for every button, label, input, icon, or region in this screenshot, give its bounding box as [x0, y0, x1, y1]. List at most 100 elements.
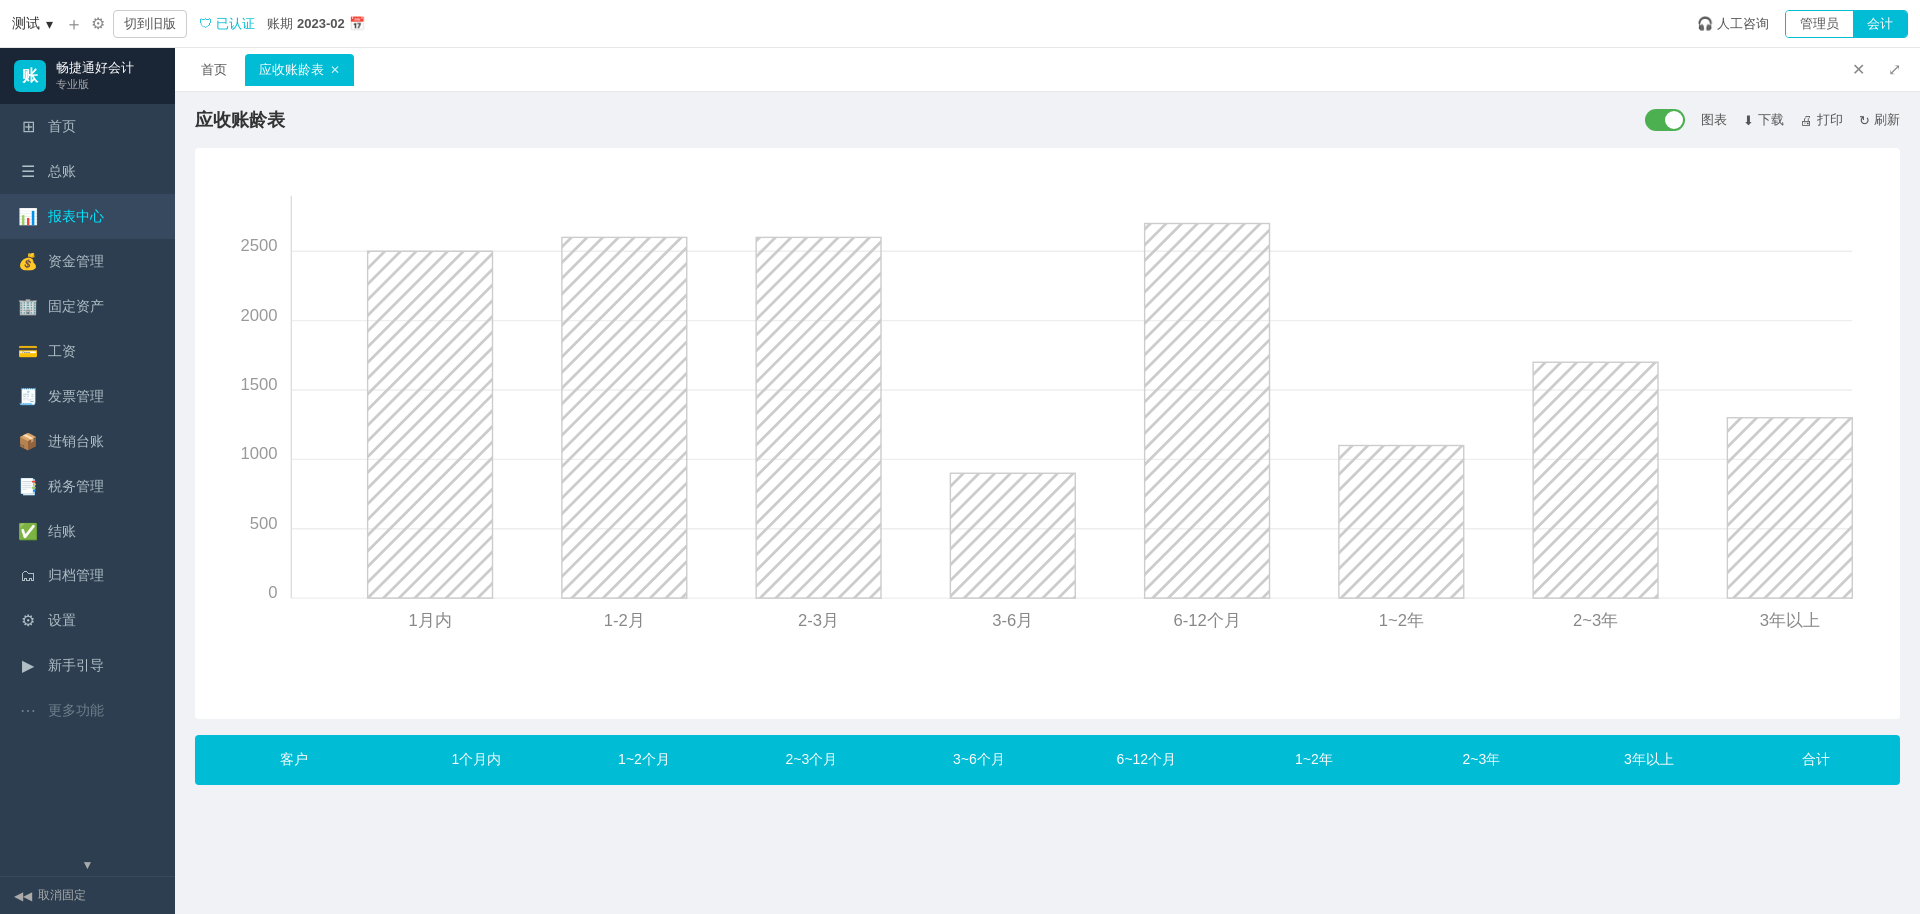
svg-text:3年以上: 3年以上 [1760, 611, 1820, 630]
tab-bar: 首页 应收账龄表 ✕ ✕ ⤢ [175, 48, 1920, 92]
home-icon: ⊞ [18, 117, 38, 136]
app-logo: 账 [14, 60, 46, 92]
chevron-down-icon: ▾ [46, 16, 53, 32]
expand-button[interactable]: ⤢ [1880, 56, 1908, 84]
sidebar-item-extra[interactable]: ⋯ 更多功能 [0, 688, 175, 733]
sidebar-logo: 账 畅捷通好会计 专业版 [0, 48, 175, 104]
chart-toggle-label: 图表 [1701, 111, 1727, 129]
report-icon: 📊 [18, 207, 38, 226]
sidebar-item-asset[interactable]: 🏢 固定资产 [0, 284, 175, 329]
sidebar: 账 畅捷通好会计 专业版 ⊞ 首页 ☰ 总账 📊 报表中心 💰 资金管理 [0, 48, 175, 914]
svg-text:1月内: 1月内 [408, 611, 451, 630]
guide-icon: ▶ [18, 656, 38, 675]
settings-icon[interactable]: ⚙ [91, 14, 105, 33]
sidebar-item-settings[interactable]: ⚙ 设置 [0, 598, 175, 643]
sidebar-item-trade[interactable]: 📦 进销台账 [0, 419, 175, 464]
sidebar-label-settle: 结账 [48, 523, 76, 541]
tab-close-icon[interactable]: ✕ [330, 63, 340, 77]
sidebar-item-guide[interactable]: ▶ 新手引导 [0, 643, 175, 688]
th-2-3y: 2~3年 [1398, 735, 1565, 785]
page-header-actions: 图表 ⬇ 下载 🖨 打印 ↻ 刷新 [1645, 109, 1900, 131]
svg-rect-18 [756, 237, 881, 598]
sidebar-item-ledger[interactable]: ☰ 总账 [0, 149, 175, 194]
period-info: 账期 2023-02 📅 [267, 15, 365, 33]
svg-text:3-6月: 3-6月 [992, 611, 1033, 630]
svg-rect-20 [950, 473, 1075, 598]
th-1-2y: 1~2年 [1230, 735, 1397, 785]
print-button[interactable]: 🖨 打印 [1800, 111, 1843, 129]
svg-rect-14 [368, 251, 493, 598]
sidebar-label-invoice: 发票管理 [48, 388, 104, 406]
svg-text:2500: 2500 [240, 236, 277, 255]
content-area: 首页 应收账龄表 ✕ ✕ ⤢ 应收账龄表 图表 ⬇ 下载 [175, 48, 1920, 914]
header-right: 🎧 人工咨询 管理员 会计 [1697, 10, 1908, 38]
ledger-icon: ☰ [18, 162, 38, 181]
settle-icon: ✅ [18, 522, 38, 541]
svg-text:2-3月: 2-3月 [798, 611, 839, 630]
tax-icon: 📑 [18, 477, 38, 496]
chart-container: 0 500 1000 1500 2000 2500 [195, 148, 1900, 719]
refresh-button[interactable]: ↻ 刷新 [1859, 111, 1900, 129]
tab-home-label: 首页 [201, 61, 227, 79]
tab-home[interactable]: 首页 [187, 54, 241, 86]
shield-icon: 🛡 [199, 16, 212, 31]
sidebar-item-archive[interactable]: 🗂 归档管理 [0, 554, 175, 598]
manager-tab[interactable]: 管理员 [1786, 11, 1853, 37]
th-1-2m: 1~2个月 [560, 735, 727, 785]
print-icon: 🖨 [1800, 113, 1813, 128]
sidebar-label-home: 首页 [48, 118, 76, 136]
project-name: 测试 [12, 15, 40, 33]
sidebar-label-settings: 设置 [48, 612, 76, 630]
asset-icon: 🏢 [18, 297, 38, 316]
sidebar-item-tax[interactable]: 📑 税务管理 [0, 464, 175, 509]
add-icon[interactable]: ＋ [65, 12, 83, 36]
sidebar-label-fund: 资金管理 [48, 253, 104, 271]
unpin-label: 取消固定 [38, 887, 86, 904]
sidebar-item-report[interactable]: 📊 报表中心 [0, 194, 175, 239]
sidebar-item-invoice[interactable]: 🧾 发票管理 [0, 374, 175, 419]
svg-rect-22 [1145, 224, 1270, 599]
close-window-button[interactable]: ✕ [1844, 56, 1872, 84]
accountant-tab[interactable]: 会计 [1853, 11, 1907, 37]
refresh-icon: ↻ [1859, 113, 1870, 128]
page-header: 应收账龄表 图表 ⬇ 下载 🖨 打印 ↻ 刷新 [195, 108, 1900, 132]
svg-text:1~2年: 1~2年 [1379, 611, 1424, 630]
download-button[interactable]: ⬇ 下载 [1743, 111, 1784, 129]
svg-text:2000: 2000 [240, 306, 277, 325]
svg-rect-28 [1727, 418, 1852, 598]
sidebar-label-tax: 税务管理 [48, 478, 104, 496]
chart-toggle[interactable] [1645, 109, 1685, 131]
svg-text:1000: 1000 [240, 444, 277, 463]
svg-text:6-12个月: 6-12个月 [1173, 611, 1240, 630]
sidebar-label-wage: 工资 [48, 343, 76, 361]
scroll-down-arrow[interactable]: ▼ [82, 858, 94, 872]
page-title: 应收账龄表 [195, 108, 285, 132]
sidebar-item-home[interactable]: ⊞ 首页 [0, 104, 175, 149]
sidebar-label-archive: 归档管理 [48, 567, 104, 585]
consult-button[interactable]: 🎧 人工咨询 [1697, 15, 1769, 33]
extra-icon: ⋯ [18, 701, 38, 720]
settings-icon: ⚙ [18, 611, 38, 630]
certified-badge: 🛡 已认证 [199, 15, 255, 33]
tab-ar-aging[interactable]: 应收账龄表 ✕ [245, 54, 354, 86]
unpin-button[interactable]: ◀◀ 取消固定 [0, 876, 175, 914]
th-1m: 1个月内 [393, 735, 560, 785]
sidebar-item-fund[interactable]: 💰 资金管理 [0, 239, 175, 284]
sidebar-item-settle[interactable]: ✅ 结账 [0, 509, 175, 554]
th-2-3m: 2~3个月 [728, 735, 895, 785]
old-version-button[interactable]: 切到旧版 [113, 10, 187, 38]
project-selector[interactable]: 测试 ▾ [12, 15, 53, 33]
archive-icon: 🗂 [18, 567, 38, 585]
bar-chart: 0 500 1000 1500 2000 2500 [215, 168, 1880, 695]
app-name: 畅捷通好会计 [56, 60, 134, 77]
sidebar-item-wage[interactable]: 💳 工资 [0, 329, 175, 374]
th-total: 合计 [1733, 735, 1900, 785]
app-edition: 专业版 [56, 77, 134, 91]
sidebar-nav: ⊞ 首页 ☰ 总账 📊 报表中心 💰 资金管理 🏢 固定资产 💳 工资 [0, 104, 175, 854]
header-actions: ＋ ⚙ 切到旧版 [65, 10, 187, 38]
calendar-icon[interactable]: 📅 [349, 16, 365, 31]
main-layout: 账 畅捷通好会计 专业版 ⊞ 首页 ☰ 总账 📊 报表中心 💰 资金管理 [0, 48, 1920, 914]
table-header-row: 客户 1个月内 1~2个月 2~3个月 3~6个月 6~12个月 1~2年 2~… [195, 735, 1900, 785]
sidebar-label-trade: 进销台账 [48, 433, 104, 451]
th-3y-plus: 3年以上 [1565, 735, 1732, 785]
